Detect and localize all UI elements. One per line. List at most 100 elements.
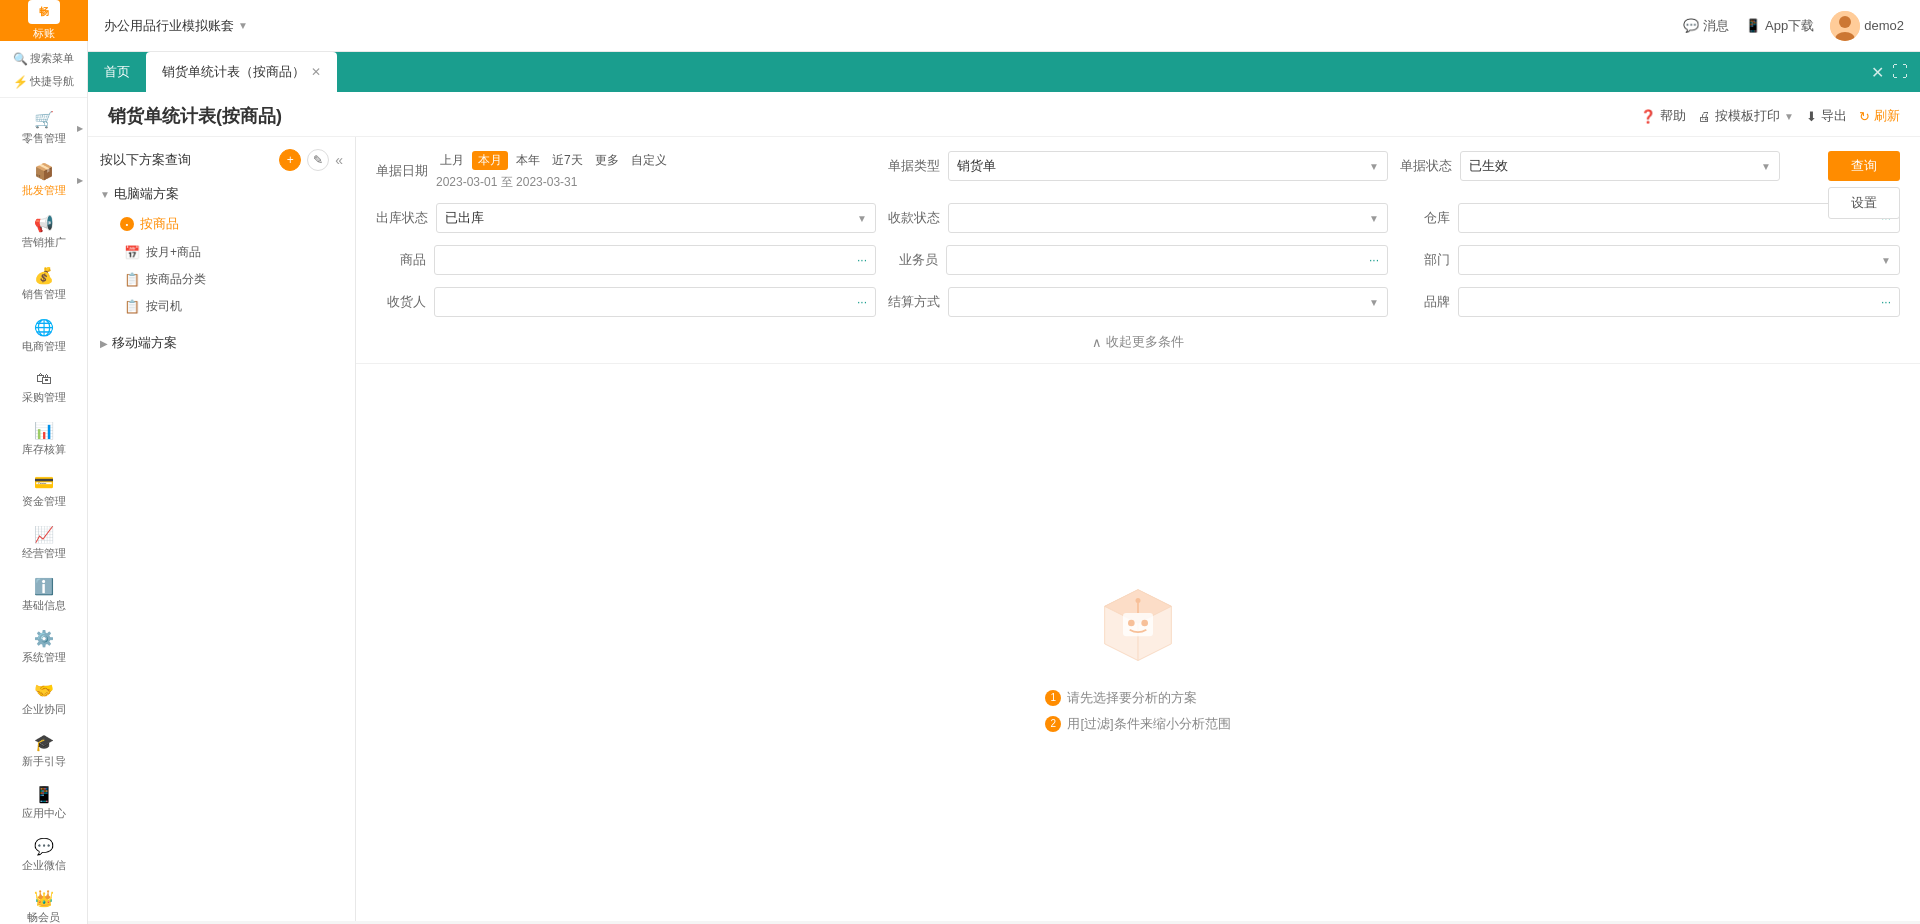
dept-label: 部门 bbox=[1400, 251, 1450, 269]
content-body: 按以下方案查询 + ✎ « ▼ 电脑端方案 • bbox=[88, 137, 1920, 921]
pc-expand-icon: ▼ bbox=[100, 189, 110, 200]
filter-receipt-status: 收款状态 ▼ bbox=[888, 203, 1388, 233]
sidebar-item-ops[interactable]: 📈 经营管理 bbox=[0, 517, 87, 569]
sales-stat-tab-label: 销货单统计表（按商品） bbox=[162, 63, 305, 81]
sidebar-item-sales[interactable]: 💰 销售管理 bbox=[0, 258, 87, 310]
status-select[interactable]: 已生效 ▼ bbox=[1460, 151, 1780, 181]
help-label: 帮助 bbox=[1660, 107, 1686, 125]
scheme-by-category[interactable]: 📋 按商品分类 bbox=[88, 266, 355, 293]
close-all-tabs-btn[interactable]: ✕ bbox=[1871, 63, 1884, 82]
sidebar-item-basic[interactable]: ℹ️ 基础信息 bbox=[0, 569, 87, 621]
finance-icon: 💳 bbox=[34, 473, 54, 492]
mobile-scheme-section: ▶ 移动端方案 bbox=[88, 328, 355, 366]
logo-text: 标账 bbox=[33, 26, 55, 41]
guide-icon: 🎓 bbox=[34, 733, 54, 752]
template-print-label: 按模板打印 bbox=[1715, 107, 1780, 125]
sidebar-item-finance[interactable]: 💳 资金管理 bbox=[0, 465, 87, 517]
messages-btn[interactable]: 💬 消息 bbox=[1683, 17, 1729, 35]
sidebar-item-quick-nav[interactable]: ⚡ 快捷导航 bbox=[0, 70, 87, 98]
sidebar-item-app-center[interactable]: 📱 应用中心 bbox=[0, 777, 87, 829]
brand-label: 品牌 bbox=[1400, 293, 1450, 311]
goods-input[interactable]: ··· bbox=[434, 245, 876, 275]
export-btn[interactable]: ⬇ 导出 bbox=[1806, 107, 1847, 125]
consignee-input[interactable]: ··· bbox=[434, 287, 876, 317]
page-content: 销货单统计表(按商品) ❓ 帮助 🖨 按模板打印 ▼ ⬇ 导出 ↻ 刷新 bbox=[88, 92, 1920, 924]
shortcut-this-year[interactable]: 本年 bbox=[512, 151, 544, 170]
svg-point-10 bbox=[1135, 598, 1140, 603]
sidebar-item-enterprise[interactable]: 🤝 企业协同 bbox=[0, 673, 87, 725]
sidebar-item-ecom[interactable]: 🌐 电商管理 bbox=[0, 310, 87, 362]
sidebar-item-member[interactable]: 👑 畅会员 bbox=[0, 881, 87, 924]
query-button[interactable]: 查询 bbox=[1828, 151, 1900, 181]
sidebar: 畅 标账 🔍 搜索菜单 ⚡ 快捷导航 🛒 零售管理 📦 批发管理 📢 营销推广 … bbox=[0, 0, 88, 924]
export-icon: ⬇ bbox=[1806, 109, 1817, 124]
filter-brand: 品牌 ··· bbox=[1400, 287, 1900, 317]
retail-label: 零售管理 bbox=[22, 131, 66, 146]
date-label: 单据日期 bbox=[376, 162, 428, 180]
sales-rep-input[interactable]: ··· bbox=[946, 245, 1388, 275]
main-area: 办公用品行业模拟账套 ▼ 💬 消息 📱 App下载 bbox=[88, 0, 1920, 924]
wholesale-label: 批发管理 bbox=[22, 183, 66, 198]
settlement-select[interactable]: ▼ bbox=[948, 287, 1388, 317]
left-panel-actions: + ✎ « bbox=[279, 149, 343, 171]
receipt-status-select[interactable]: ▼ bbox=[948, 203, 1388, 233]
out-status-label: 出库状态 bbox=[376, 209, 428, 227]
help-btn[interactable]: ❓ 帮助 bbox=[1640, 107, 1686, 125]
filter-consignee: 收货人 ··· bbox=[376, 287, 876, 317]
shortcut-custom[interactable]: 自定义 bbox=[627, 151, 671, 170]
template-print-btn[interactable]: 🖨 按模板打印 ▼ bbox=[1698, 107, 1794, 125]
collapse-more-btn[interactable]: ∧ 收起更多条件 bbox=[376, 325, 1900, 355]
app-download-btn[interactable]: 📱 App下载 bbox=[1745, 17, 1814, 35]
shortcut-more[interactable]: 更多 bbox=[591, 151, 623, 170]
empty-hint-2: 2 用[过滤]条件来缩小分析范围 bbox=[1045, 715, 1230, 733]
dept-select[interactable]: ▼ bbox=[1458, 245, 1900, 275]
wholesale-icon: 📦 bbox=[34, 162, 54, 181]
edit-scheme-btn[interactable]: ✎ bbox=[307, 149, 329, 171]
inventory-label: 库存核算 bbox=[22, 442, 66, 457]
top-title-dropdown[interactable]: 办公用品行业模拟账套 ▼ bbox=[104, 17, 248, 35]
pc-scheme-title[interactable]: ▼ 电脑端方案 bbox=[88, 179, 355, 209]
sidebar-item-wechat[interactable]: 💬 企业微信 bbox=[0, 829, 87, 881]
brand-ellipsis: ··· bbox=[1881, 295, 1891, 309]
sales-label: 销售管理 bbox=[22, 287, 66, 302]
user-profile[interactable]: demo2 bbox=[1830, 11, 1904, 41]
shortcut-7days[interactable]: 近7天 bbox=[548, 151, 587, 170]
refresh-btn[interactable]: ↻ 刷新 bbox=[1859, 107, 1900, 125]
brand-input[interactable]: ··· bbox=[1458, 287, 1900, 317]
warehouse-label: 仓库 bbox=[1400, 209, 1450, 227]
dot-icon: • bbox=[126, 220, 129, 229]
shortcut-this-month[interactable]: 本月 bbox=[472, 151, 508, 170]
collapse-up-icon: ∧ bbox=[1092, 335, 1102, 350]
sidebar-item-inventory[interactable]: 📊 库存核算 bbox=[0, 413, 87, 465]
tab-home[interactable]: 首页 bbox=[88, 52, 146, 92]
type-select[interactable]: 销货单 ▼ bbox=[948, 151, 1388, 181]
scheme-by-company[interactable]: 📋 按司机 bbox=[88, 293, 355, 320]
basic-icon: ℹ️ bbox=[34, 577, 54, 596]
topbar: 办公用品行业模拟账套 ▼ 💬 消息 📱 App下载 bbox=[88, 0, 1920, 52]
sidebar-item-system[interactable]: ⚙️ 系统管理 bbox=[0, 621, 87, 673]
sidebar-item-wholesale[interactable]: 📦 批发管理 bbox=[0, 154, 87, 206]
out-status-select[interactable]: 已出库 ▼ bbox=[436, 203, 876, 233]
sidebar-item-retail[interactable]: 🛒 零售管理 bbox=[0, 102, 87, 154]
shortcut-last-month[interactable]: 上月 bbox=[436, 151, 468, 170]
settlement-dropdown-icon: ▼ bbox=[1369, 297, 1379, 308]
collapse-left-panel-btn[interactable]: « bbox=[335, 152, 343, 168]
scheme-by-product[interactable]: • 按商品 bbox=[88, 209, 355, 239]
right-section: 单据日期 上月 本月 本年 近7天 更多 自定义 bbox=[356, 137, 1920, 921]
sidebar-item-purchase[interactable]: 🛍 采购管理 bbox=[0, 362, 87, 413]
type-value: 销货单 bbox=[957, 157, 996, 175]
sidebar-item-marketing[interactable]: 📢 营销推广 bbox=[0, 206, 87, 258]
retail-icon: 🛒 bbox=[34, 110, 54, 129]
expand-tabs-btn[interactable]: ⛶ bbox=[1892, 63, 1908, 81]
tab-sales-stat[interactable]: 销货单统计表（按商品） ✕ bbox=[146, 52, 337, 92]
settings-button[interactable]: 设置 bbox=[1828, 187, 1900, 219]
mobile-scheme-title[interactable]: ▶ 移动端方案 bbox=[88, 328, 355, 358]
scheme-by-month-product[interactable]: 📅 按月+商品 bbox=[88, 239, 355, 266]
add-scheme-btn[interactable]: + bbox=[279, 149, 301, 171]
dept-dropdown-icon: ▼ bbox=[1881, 255, 1891, 266]
sidebar-item-search[interactable]: 🔍 搜索菜单 bbox=[0, 41, 87, 70]
sidebar-item-guide[interactable]: 🎓 新手引导 bbox=[0, 725, 87, 777]
tab-close-icon[interactable]: ✕ bbox=[311, 66, 321, 78]
system-label: 系统管理 bbox=[22, 650, 66, 665]
by-category-label: 按商品分类 bbox=[146, 271, 206, 288]
